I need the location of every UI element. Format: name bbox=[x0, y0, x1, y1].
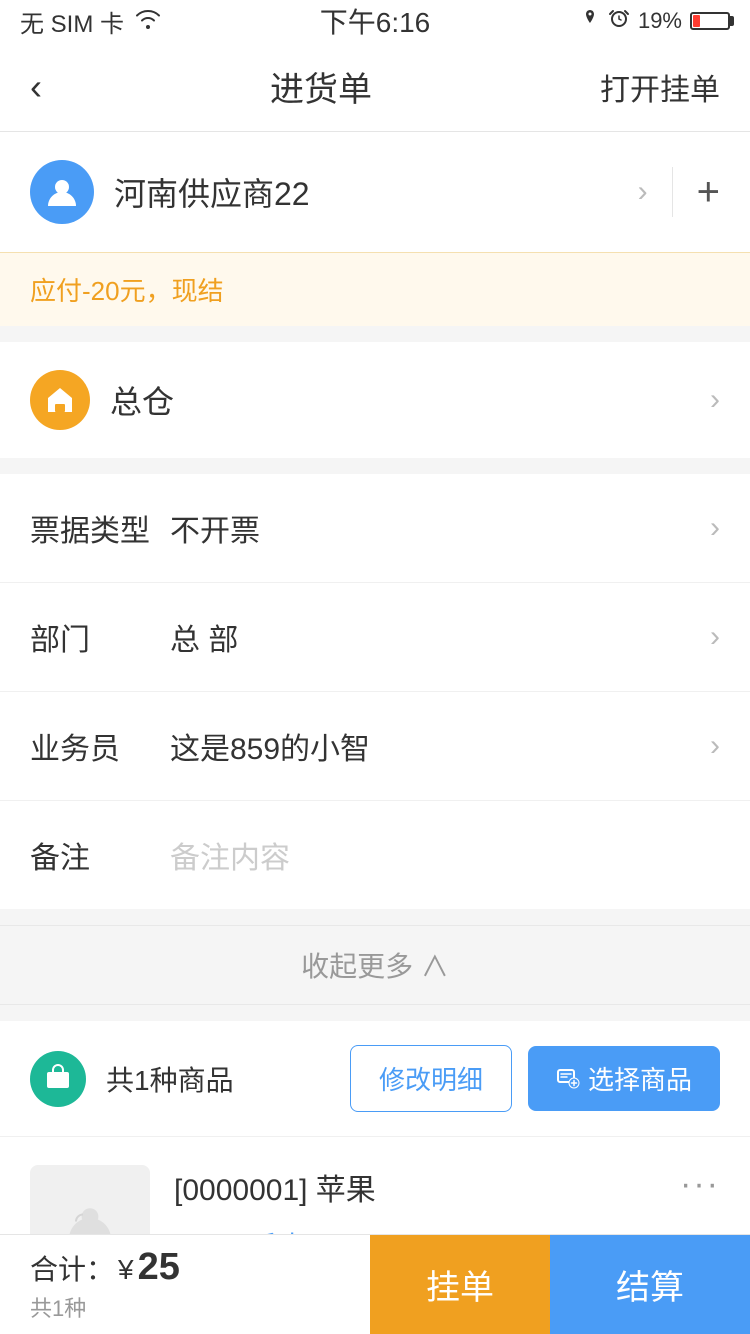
product-count-icon bbox=[30, 1051, 86, 1107]
ticket-type-label: 票据类型 bbox=[30, 506, 160, 550]
location-icon bbox=[580, 8, 600, 34]
supplier-section: 河南供应商22 › + 应付-20元，现结 bbox=[0, 132, 750, 326]
supplier-row[interactable]: 河南供应商22 › + bbox=[0, 132, 750, 252]
select-product-button[interactable]: 选择商品 bbox=[528, 1046, 720, 1111]
open-pending-button[interactable]: 打开挂单 bbox=[600, 65, 720, 109]
supplier-actions: › + bbox=[638, 167, 720, 217]
back-button[interactable]: ‹ bbox=[30, 66, 42, 108]
remark-input[interactable]: 备注内容 bbox=[160, 833, 720, 877]
collapse-bar[interactable]: 收起更多 ∧ bbox=[0, 925, 750, 1005]
supplier-notice: 应付-20元，现结 bbox=[0, 252, 750, 326]
status-bar: 无 SIM 卡 下午6:16 19% bbox=[0, 0, 750, 42]
vertical-divider bbox=[672, 167, 673, 217]
total-amount: 25 bbox=[138, 1246, 180, 1289]
ticket-type-value: 不开票 bbox=[160, 506, 710, 550]
supplier-name: 河南供应商22 bbox=[114, 169, 638, 215]
sales-value: 这是859的小智 bbox=[160, 724, 710, 768]
total-label: 合计： bbox=[30, 1248, 114, 1288]
product-name: [0000001] 苹果 bbox=[174, 1165, 680, 1209]
dept-value: 总 部 bbox=[160, 615, 710, 659]
dept-label: 部门 bbox=[30, 615, 160, 659]
footer: 合计： ¥ 25 共1种 挂单 结算 bbox=[0, 1234, 750, 1334]
warehouse-section: 总仓 › bbox=[0, 342, 750, 458]
dept-chevron-icon: › bbox=[710, 620, 720, 654]
wifi-icon bbox=[134, 7, 162, 36]
status-time: 下午6:16 bbox=[320, 1, 431, 41]
sales-chevron-icon: › bbox=[710, 729, 720, 763]
sales-label: 业务员 bbox=[30, 724, 160, 768]
nav-title: 进货单 bbox=[270, 62, 372, 111]
modify-detail-button[interactable]: 修改明细 bbox=[350, 1045, 512, 1112]
product-header: 共1种商品 修改明细 选择商品 bbox=[0, 1021, 750, 1137]
footer-total: 合计： ¥ 25 共1种 bbox=[0, 1235, 370, 1334]
add-supplier-button[interactable]: + bbox=[697, 170, 720, 215]
alarm-icon bbox=[608, 7, 630, 35]
total-count: 共1种 bbox=[30, 1291, 340, 1323]
product-code: [0000001] 苹果 bbox=[174, 1174, 376, 1207]
checkout-button[interactable]: 结算 bbox=[550, 1235, 750, 1334]
warehouse-icon bbox=[30, 370, 90, 430]
battery-percentage: 19% bbox=[638, 8, 682, 34]
battery-icon bbox=[690, 12, 730, 30]
carrier-text: 无 SIM 卡 bbox=[20, 4, 124, 39]
supplier-chevron-icon: › bbox=[638, 175, 648, 209]
remark-label: 备注 bbox=[30, 833, 160, 877]
select-product-label: 选择商品 bbox=[588, 1060, 692, 1097]
remark-row[interactable]: 备注 备注内容 bbox=[0, 801, 750, 909]
collapse-label: 收起更多 ∧ bbox=[301, 945, 449, 985]
product-more-button[interactable]: ··· bbox=[680, 1165, 720, 1204]
ticket-type-chevron-icon: › bbox=[710, 511, 720, 545]
warehouse-row[interactable]: 总仓 › bbox=[0, 342, 750, 458]
dept-row[interactable]: 部门 总 部 › bbox=[0, 583, 750, 692]
supplier-avatar bbox=[30, 160, 94, 224]
total-unit: ¥ bbox=[118, 1254, 134, 1286]
form-section: 票据类型 不开票 › 部门 总 部 › 业务员 这是859的小智 › 备注 备注… bbox=[0, 474, 750, 909]
nav-bar: ‹ 进货单 打开挂单 bbox=[0, 42, 750, 132]
product-count-text: 共1种商品 bbox=[106, 1059, 350, 1099]
hang-order-button[interactable]: 挂单 bbox=[370, 1235, 550, 1334]
main-content: 河南供应商22 › + 应付-20元，现结 总仓 › 票据类型 不开票 bbox=[0, 132, 750, 1313]
ticket-type-row[interactable]: 票据类型 不开票 › bbox=[0, 474, 750, 583]
sales-row[interactable]: 业务员 这是859的小智 › bbox=[0, 692, 750, 801]
warehouse-chevron-icon: › bbox=[710, 383, 720, 417]
warehouse-name: 总仓 bbox=[110, 377, 710, 423]
